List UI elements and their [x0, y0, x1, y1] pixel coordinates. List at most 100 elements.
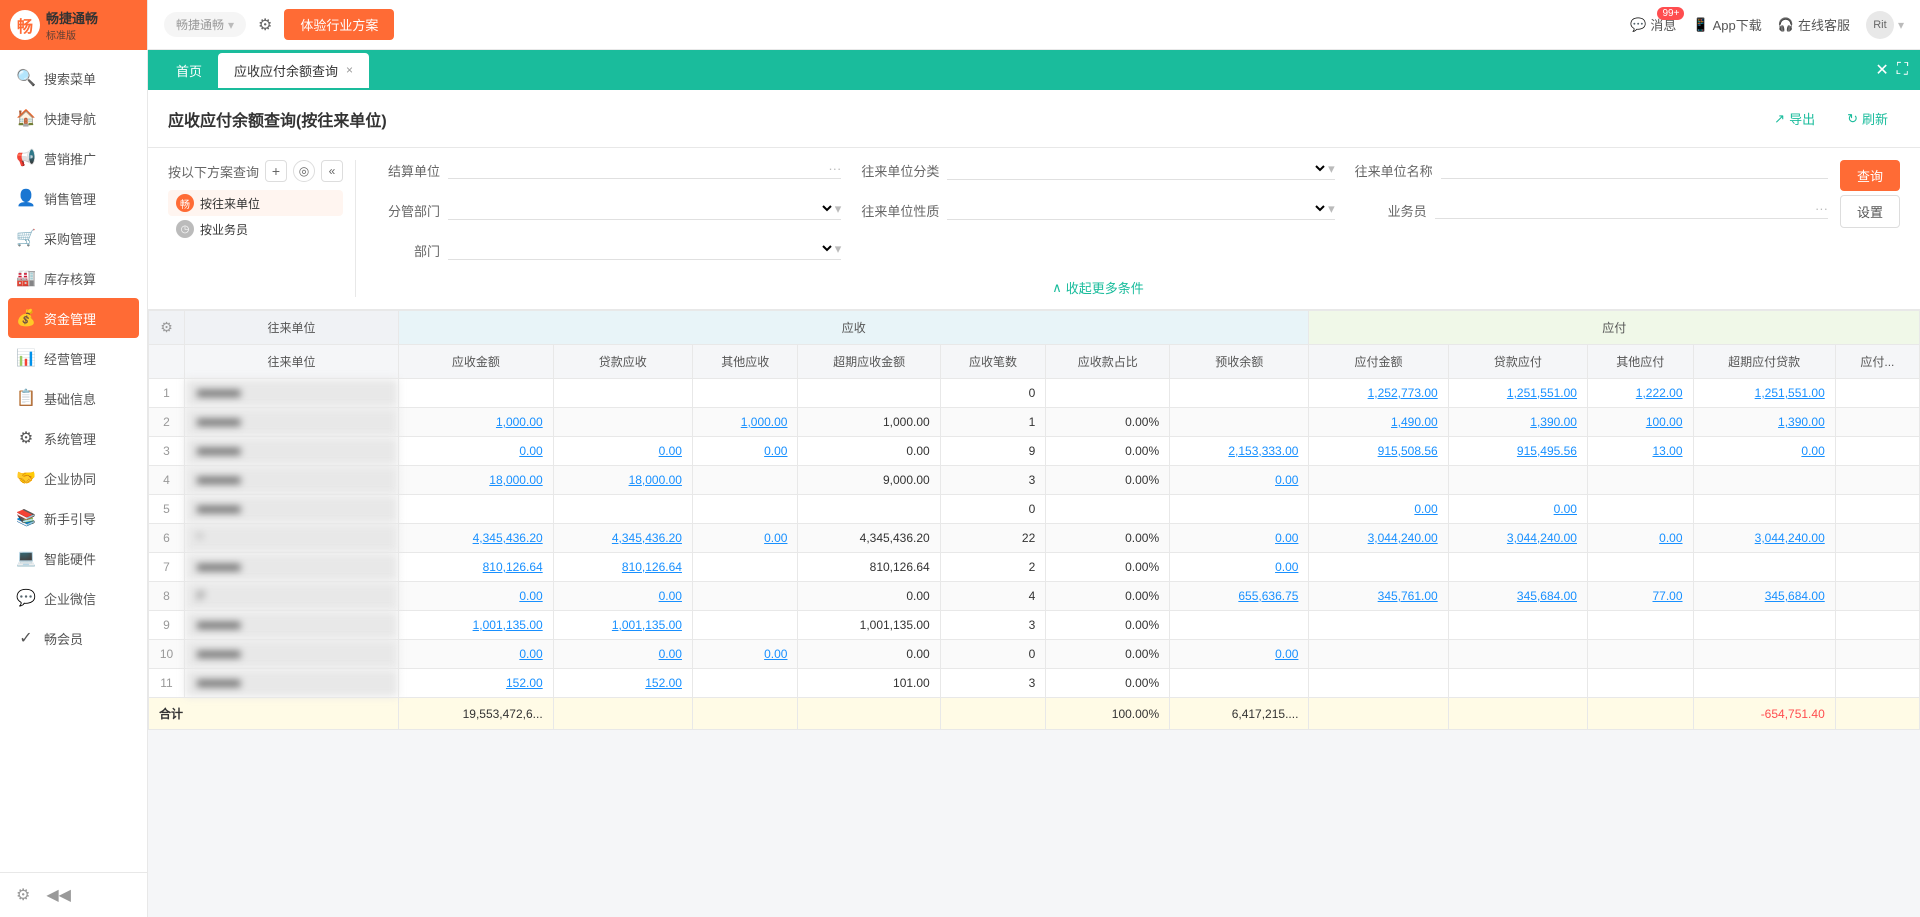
table-row: 1■■■■■■01,252,773.001,251,551.001,222.00…	[149, 379, 1920, 408]
page-header-actions: ↗ 导出 ↻ 刷新	[1762, 104, 1900, 147]
sidebar-item-inventory[interactable]: 🏭 库存核算	[0, 258, 147, 298]
unit-name-input[interactable]	[1441, 161, 1828, 176]
unit-name-cell: P	[185, 582, 399, 611]
salesman-input[interactable]	[1435, 201, 1815, 216]
data-table: ⚙ 往来单位 应收 应付 往来单位 应收金额 贷款应收 其他应收	[148, 310, 1920, 730]
scheme-staff-icon: ◷	[176, 220, 194, 238]
dept-chevron-icon: ▾	[835, 241, 842, 257]
home-icon: 🏠	[16, 108, 36, 128]
msg-item[interactable]: 💬 消息 99+	[1630, 15, 1676, 34]
solution-btn[interactable]: 体验行业方案	[284, 9, 394, 40]
salesman-dots-icon[interactable]: ···	[1815, 201, 1828, 216]
sidebar-item-operations[interactable]: 📊 经营管理	[0, 338, 147, 378]
scheme-unit-icon: 畅	[176, 194, 194, 212]
search-icon: 🔍	[16, 68, 36, 88]
filter-collapse-btn[interactable]: «	[321, 160, 343, 182]
export-btn[interactable]: ↗ 导出	[1762, 104, 1827, 133]
th-ar-other: 其他应收	[692, 345, 798, 379]
sidebar-item-sales[interactable]: 👤 销售管理	[0, 178, 147, 218]
logo-icon: 畅	[10, 10, 40, 40]
unit-nature-select[interactable]	[947, 200, 1328, 217]
sidebar: 畅 畅捷通畅 标准版 🔍 搜索菜单 🏠 快捷导航 📢 营销推广 👤 销售管理 🛒…	[0, 0, 148, 917]
unit-category-select[interactable]	[947, 160, 1328, 177]
table-wrap: ⚙ 往来单位 应收 应付 往来单位 应收金额 贷款应收 其他应收	[148, 310, 1920, 730]
footer-ap-loan	[1448, 698, 1587, 730]
app-download-item[interactable]: 📱 App下载	[1692, 15, 1761, 34]
settlement-unit-input[interactable]	[448, 161, 828, 176]
table-row: 4■■■■■■18,000.0018,000.009,000.0030.00%0…	[149, 466, 1920, 495]
unit-name-cell: ^	[185, 524, 399, 553]
tab-home[interactable]: 首页	[160, 53, 218, 88]
unit-name-cell: ■■■■■■	[185, 553, 399, 582]
tab-close-icon[interactable]: ×	[346, 63, 353, 77]
tab-ar-ap[interactable]: 应收应付余额查询 ×	[218, 53, 369, 88]
settings-footer-icon[interactable]: ⚙	[16, 885, 30, 905]
filter-section: 按以下方案查询 + ◎ « 畅 按往来单位 ◷ 按业务员	[148, 148, 1920, 310]
th-ap-amt: 应付金额	[1309, 345, 1448, 379]
query-btn[interactable]: 查询	[1840, 160, 1900, 191]
setting-btn[interactable]: 设置	[1840, 195, 1900, 228]
collapse-more-btn[interactable]: ∧ 收起更多条件	[368, 278, 1828, 297]
finance-icon: 💰	[16, 308, 36, 328]
sidebar-item-hardware[interactable]: 💻 智能硬件	[0, 538, 147, 578]
tab-expand-icon[interactable]: ⛶	[1897, 61, 1908, 79]
sidebar-item-beginner[interactable]: 📚 新手引导	[0, 498, 147, 538]
footer-ar-overdue	[798, 698, 940, 730]
filter-add-btn[interactable]: +	[265, 160, 287, 182]
tab-bar-right: ✕ ⛶	[1875, 60, 1908, 80]
user-chevron-icon: ▾	[1898, 18, 1904, 32]
sidebar-item-finance[interactable]: 💰 资金管理	[8, 298, 139, 338]
sidebar-item-wechat[interactable]: 💬 企业微信	[0, 578, 147, 618]
scheme-by-staff[interactable]: ◷ 按业务员	[168, 216, 343, 242]
th-prepay: 预收余额	[1170, 345, 1309, 379]
th-ap-more: 应付...	[1835, 345, 1919, 379]
th-ar-overdue: 超期应收金额	[798, 345, 940, 379]
unit-name-cell: ■■■■■■	[185, 495, 399, 524]
sidebar-item-purchase[interactable]: 🛒 采购管理	[0, 218, 147, 258]
topbar-gear-icon[interactable]: ⚙	[254, 11, 276, 39]
sidebar-item-basic-info[interactable]: 📋 基础信息	[0, 378, 147, 418]
unit-name-cell: ■■■■■■	[185, 379, 399, 408]
th-settings: ⚙	[149, 311, 185, 345]
footer-ap-amt	[1309, 698, 1448, 730]
th-receivable-group: 应收	[399, 311, 1309, 345]
refresh-btn[interactable]: ↻ 刷新	[1835, 104, 1900, 133]
user-avatar-wrap[interactable]: Rit ▾	[1866, 11, 1904, 39]
refresh-icon: ↻	[1847, 111, 1858, 127]
breadcrumb-chevron-icon: ▾	[228, 18, 234, 32]
unit-category-chevron-icon: ▾	[1328, 161, 1335, 177]
footer-ar-loan	[553, 698, 692, 730]
topbar: 畅捷通畅 ▾ ⚙ 体验行业方案 💬 消息 99+ 📱 App下载 🎧 在线客服	[148, 0, 1920, 50]
sidebar-item-vip[interactable]: ✓ 畅会员	[0, 618, 147, 658]
tab-close-icon[interactable]: ✕	[1875, 60, 1888, 80]
sidebar-logo: 畅 畅捷通畅 标准版	[0, 0, 147, 50]
table-row: 3■■■■■■0.000.000.000.0090.00%2,153,333.0…	[149, 437, 1920, 466]
scheme-by-unit[interactable]: 畅 按往来单位	[168, 190, 343, 216]
export-icon: ↗	[1774, 111, 1785, 127]
sidebar-item-collab[interactable]: 🤝 企业协同	[0, 458, 147, 498]
dept-manager-select[interactable]	[448, 200, 835, 217]
unit-name-cell: ■■■■■■	[185, 669, 399, 698]
footer-ap-overdue: -654,751.40	[1693, 698, 1835, 730]
purchase-icon: 🛒	[16, 228, 36, 248]
table-footer-row: 合计 19,553,472,6... 100.00% 6,417,215....	[149, 698, 1920, 730]
settlement-dots-icon[interactable]: ···	[828, 161, 841, 176]
filter-target-btn[interactable]: ◎	[293, 160, 315, 182]
sidebar-item-system[interactable]: ⚙ 系统管理	[0, 418, 147, 458]
sidebar-item-quick-nav[interactable]: 🏠 快捷导航	[0, 98, 147, 138]
table-settings-icon[interactable]: ⚙	[160, 319, 173, 335]
sidebar-item-search-menu[interactable]: 🔍 搜索菜单	[0, 58, 147, 98]
filter-unit-nature: 往来单位性质 ▾	[861, 200, 1334, 220]
unit-name-cell: ■■■■■■	[185, 466, 399, 495]
collapse-footer-icon[interactable]: ◀◀	[46, 885, 71, 905]
sidebar-item-marketing[interactable]: 📢 营销推广	[0, 138, 147, 178]
service-item[interactable]: 🎧 在线客服	[1778, 15, 1850, 34]
operations-icon: 📊	[16, 348, 36, 368]
service-icon: 🎧	[1778, 17, 1794, 33]
filter-label: 按以下方案查询	[168, 162, 259, 181]
footer-ar-other	[692, 698, 798, 730]
table-row: 6^4,345,436.204,345,436.200.004,345,436.…	[149, 524, 1920, 553]
footer-ap-other	[1587, 698, 1693, 730]
dept-select[interactable]	[448, 240, 835, 257]
th-ap-loan: 贷款应付	[1448, 345, 1587, 379]
